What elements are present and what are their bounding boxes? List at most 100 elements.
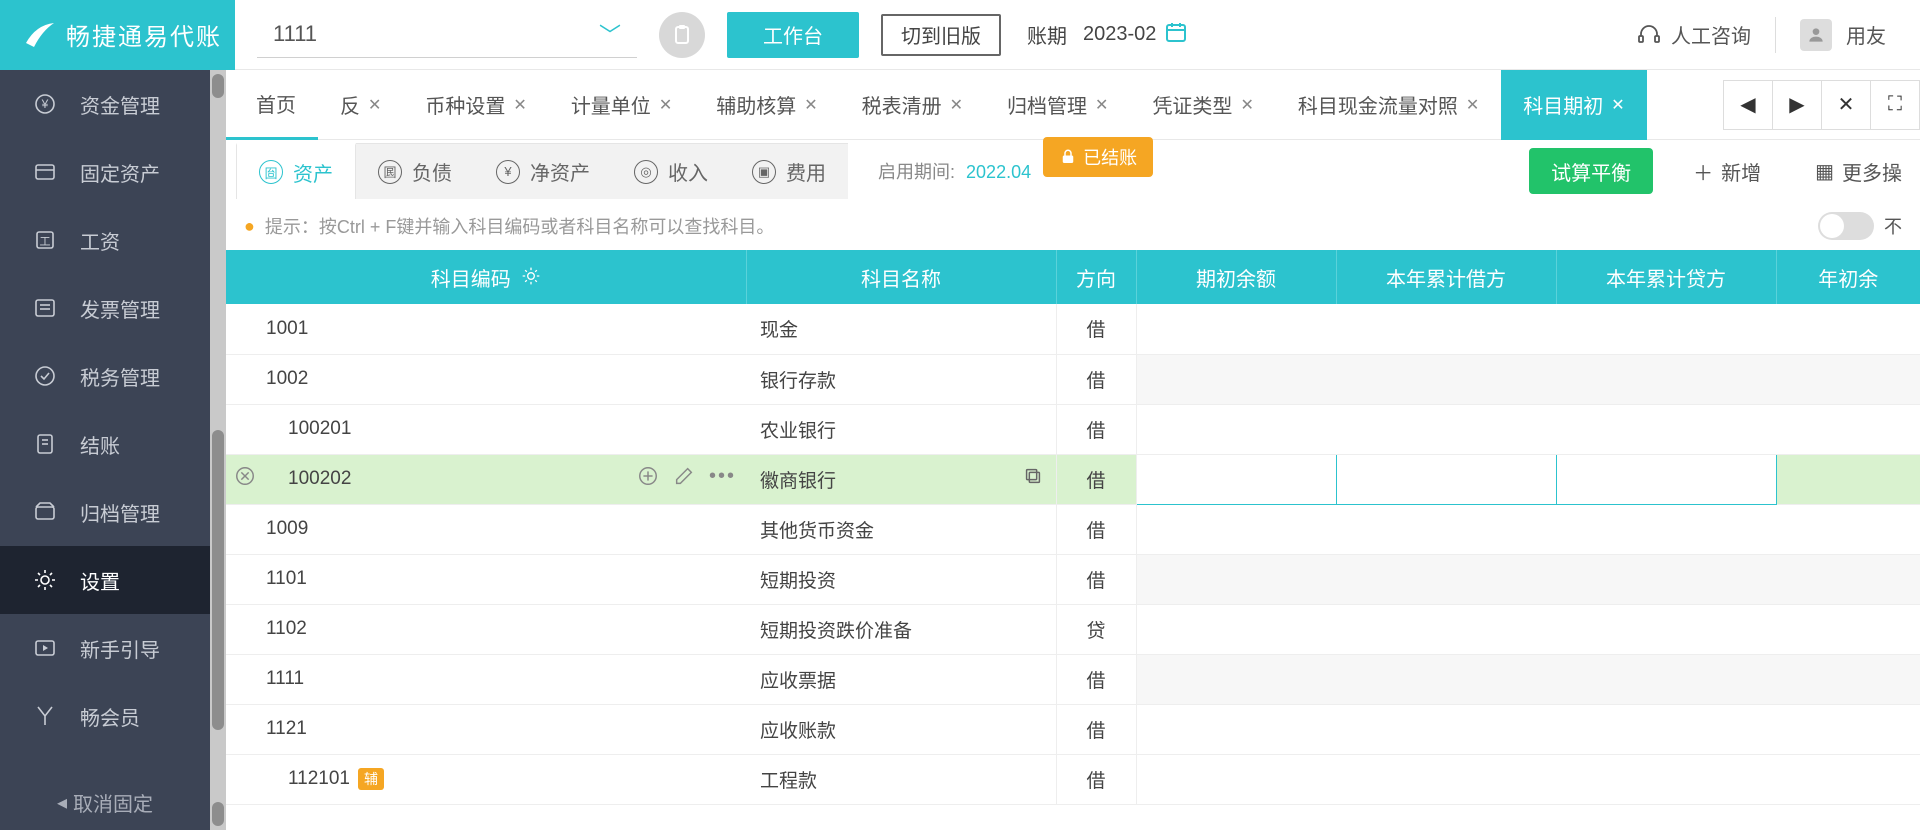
tab-8[interactable]: 科目现金流量对照 ✕ [1276,70,1501,140]
scroll-arrow-down-icon[interactable] [212,802,224,826]
scroll-arrow-up-icon[interactable] [212,74,224,98]
sidebar-scrollbar[interactable] [210,70,226,830]
close-icon[interactable]: ✕ [1095,95,1108,115]
table-row[interactable]: 1102短期投资跌价准备贷 [226,604,1920,654]
cell-ytd-credit [1556,704,1776,754]
tab-7[interactable]: 凭证类型✕ [1130,70,1275,140]
subtab-4[interactable]: ▣费用 [730,143,848,199]
sidebar-item-7[interactable]: 设置 [0,546,210,614]
sidebar-item-6[interactable]: 归档管理 [0,478,210,546]
cell-direction: 借 [1056,704,1136,754]
close-icon[interactable]: ✕ [1240,95,1253,115]
cell-code: 100201 [226,404,746,454]
tabs-prev-button[interactable]: ◀ [1723,80,1773,130]
close-icon[interactable]: ✕ [1611,95,1624,115]
calendar-icon[interactable] [1164,20,1188,49]
tabs-next-button[interactable]: ▶ [1772,80,1822,130]
edit-icon[interactable] [673,465,695,493]
tip-text: 按Ctrl + F键并输入科目编码或者科目名称可以查找科目。 [319,213,775,239]
sidebar-icon [32,567,58,593]
cell-ytd-debit [1336,554,1556,604]
cell-opening-balance [1136,354,1336,404]
add-button[interactable]: ＋新增 [1679,148,1775,194]
topbar: 畅捷通易代账 1111 ﹀ 工作台 切到旧版 账期 2023-02 人工咨询 用… [0,0,1920,70]
sidebar-item-label: 畅会员 [80,702,140,731]
cell-ytd-credit[interactable] [1556,454,1776,504]
subtab-0[interactable]: 囼资产 [236,143,356,199]
cell-ytd-debit[interactable] [1336,454,1556,504]
table-row[interactable]: 1101短期投资借 [226,554,1920,604]
sidebar-item-2[interactable]: 工工资 [0,206,210,274]
sidebar-item-3[interactable]: 发票管理 [0,274,210,342]
sidebar-icon: 工 [32,227,58,253]
avatar [1800,19,1832,51]
tab-6[interactable]: 归档管理✕ [985,70,1130,140]
old-version-button[interactable]: 切到旧版 [881,14,1001,56]
sidebar-item-0[interactable]: ¥资金管理 [0,70,210,138]
add-child-icon[interactable] [637,465,659,493]
tab-0[interactable]: 首页 [226,70,318,140]
plus-icon: ＋ [1693,157,1713,186]
close-icon[interactable]: ✕ [659,95,672,115]
scroll-thumb[interactable] [212,430,224,730]
cell-direction: 借 [1056,504,1136,554]
subtab-label: 收入 [668,157,708,186]
sidebar-item-4[interactable]: 税务管理 [0,342,210,410]
close-icon[interactable]: ✕ [950,95,963,115]
cell-code: 1001 [226,304,746,354]
more-button[interactable]: ▦更多操 [1801,148,1916,194]
tab-label: 科目现金流量对照 [1298,90,1458,119]
subtab-1[interactable]: 囻负债 [356,143,474,199]
cell-direction: 借 [1056,304,1136,354]
sidebar-unpin[interactable]: ◂ 取消固定 [0,774,210,830]
tab-5[interactable]: 税表清册✕ [840,70,985,140]
gear-icon[interactable] [521,266,541,286]
subtab-3[interactable]: ◎收入 [612,143,730,199]
tab-3[interactable]: 计量单位✕ [549,70,694,140]
table-row[interactable]: 1111应收票据借 [226,654,1920,704]
table-row[interactable]: 1121应收账款借 [226,704,1920,754]
cell-name: 现金 [746,304,1056,354]
company-select[interactable]: 1111 ﹀ [257,12,637,58]
more-icon[interactable]: ••• [709,465,736,493]
table-row[interactable]: 112101辅工程款借 [226,754,1920,804]
close-icon[interactable]: ✕ [513,95,526,115]
tabs-expand-button[interactable]: ⛶ [1870,80,1920,130]
trial-balance-button[interactable]: 试算平衡 [1529,148,1653,194]
tabs-close-button[interactable]: ✕ [1821,80,1871,130]
tab-9[interactable]: 科目期初✕ [1501,70,1646,140]
cell-ytd-credit [1556,554,1776,604]
close-icon[interactable]: ✕ [804,95,817,115]
tab-2[interactable]: 币种设置✕ [403,70,548,140]
sidebar-item-label: 固定资产 [80,158,160,187]
lock-icon [1059,148,1077,166]
support-link[interactable]: 人工咨询 [1637,17,1776,53]
close-icon[interactable]: ✕ [1466,95,1479,115]
table-row[interactable]: •••100202徽商银行借 [226,454,1920,504]
close-icon[interactable]: ✕ [368,95,381,115]
tip-toggle[interactable] [1818,212,1874,240]
table-row[interactable]: 1001现金借 [226,304,1920,354]
brand-logo: 畅捷通易代账 [0,0,235,70]
clipboard-button[interactable] [659,12,705,58]
cell-opening-balance [1136,554,1336,604]
table-row[interactable]: 100201农业银行借 [226,404,1920,454]
cell-opening-balance[interactable] [1136,454,1336,504]
workbench-button[interactable]: 工作台 [727,12,859,58]
cell-name: 徽商银行 [746,454,1056,504]
sidebar-item-1[interactable]: 固定资产 [0,138,210,206]
tip-prefix: 提示： [265,213,319,239]
user-menu[interactable]: 用友 [1800,19,1886,51]
sidebar-item-5[interactable]: 结账 [0,410,210,478]
delete-row-icon[interactable] [234,465,256,493]
table-row[interactable]: 1002银行存款借 [226,354,1920,404]
subtab-label: 负债 [412,157,452,186]
tab-4[interactable]: 辅助核算✕ [694,70,839,140]
copy-icon[interactable] [1022,465,1044,493]
sidebar-item-9[interactable]: 畅会员 [0,682,210,750]
subtab-2[interactable]: ¥净资产 [474,143,612,199]
table: 科目编码科目名称方向期初余额本年累计借方本年累计贷方年初余 1001现金借100… [226,250,1920,830]
table-row[interactable]: 1009其他货币资金借 [226,504,1920,554]
tab-1[interactable]: 反✕ [318,70,403,140]
sidebar-item-8[interactable]: 新手引导 [0,614,210,682]
